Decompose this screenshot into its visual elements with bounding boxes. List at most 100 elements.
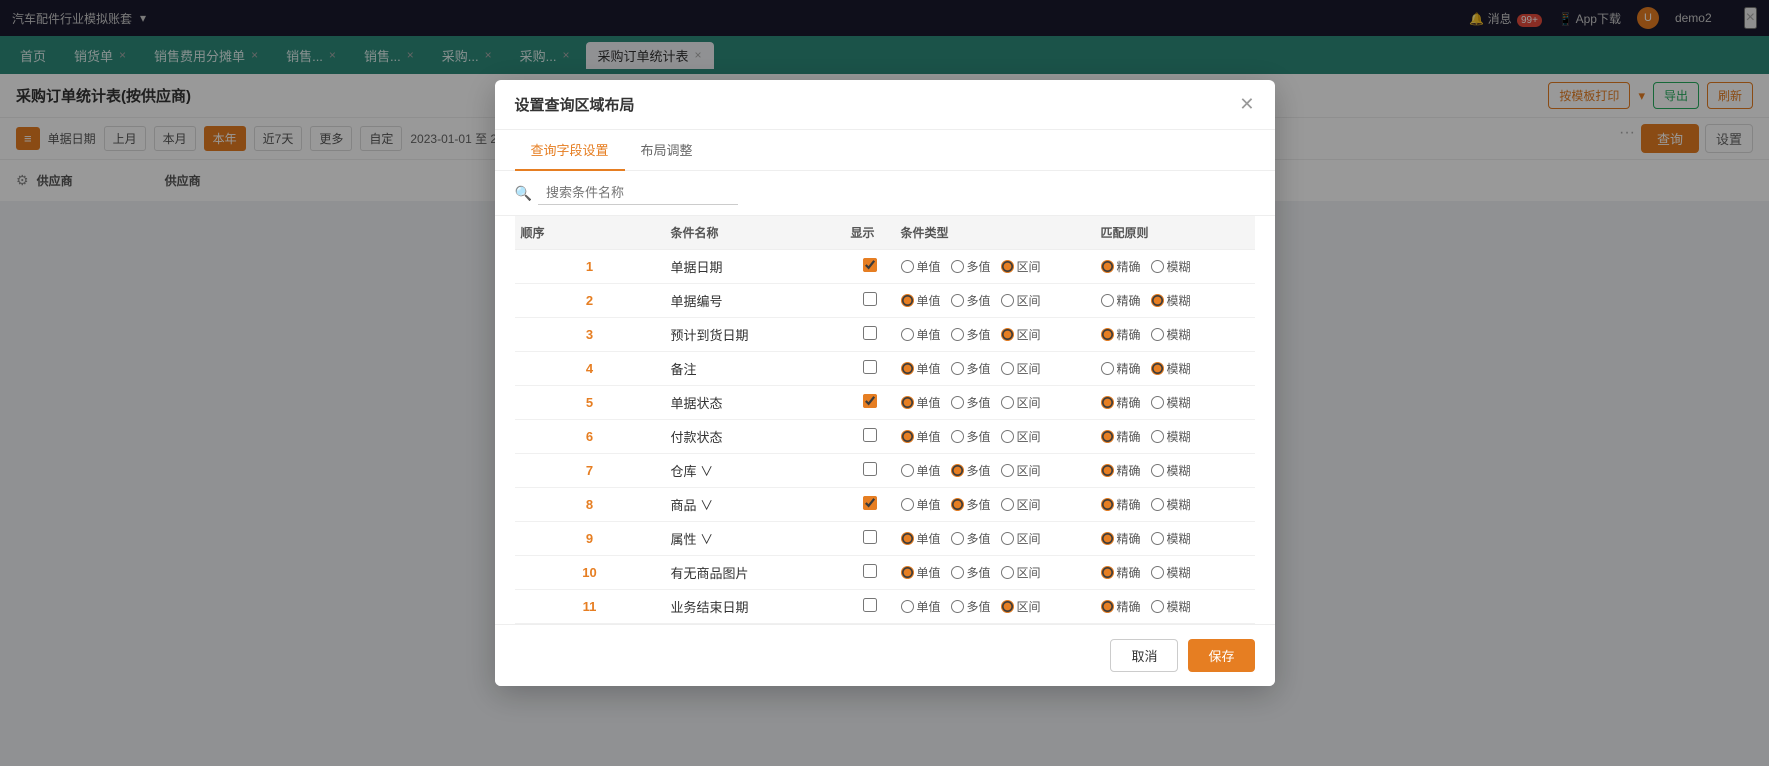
type-option-单值[interactable]: 单值 bbox=[901, 530, 941, 547]
type-option-区间[interactable]: 区间 bbox=[1001, 360, 1041, 377]
match-option-精确[interactable]: 精确 bbox=[1101, 530, 1141, 547]
match-radio-精确[interactable] bbox=[1101, 260, 1114, 273]
type-radio-区间[interactable] bbox=[1001, 294, 1014, 307]
show-checkbox[interactable] bbox=[863, 360, 877, 374]
type-option-单值[interactable]: 单值 bbox=[901, 428, 941, 445]
type-radio-多值[interactable] bbox=[951, 532, 964, 545]
match-option-模糊[interactable]: 模糊 bbox=[1151, 326, 1191, 343]
type-radio-多值[interactable] bbox=[951, 498, 964, 511]
row-show[interactable] bbox=[845, 522, 895, 556]
type-radio-区间[interactable] bbox=[1001, 600, 1014, 613]
type-radio-多值[interactable] bbox=[951, 260, 964, 273]
type-option-单值[interactable]: 单值 bbox=[901, 258, 941, 275]
type-option-区间[interactable]: 区间 bbox=[1001, 428, 1041, 445]
show-checkbox[interactable] bbox=[863, 258, 877, 272]
type-radio-单值[interactable] bbox=[901, 260, 914, 273]
show-checkbox[interactable] bbox=[863, 598, 877, 612]
match-radio-精确[interactable] bbox=[1101, 566, 1114, 579]
match-radio-模糊[interactable] bbox=[1151, 294, 1164, 307]
match-option-精确[interactable]: 精确 bbox=[1101, 462, 1141, 479]
match-option-模糊[interactable]: 模糊 bbox=[1151, 360, 1191, 377]
match-option-模糊[interactable]: 模糊 bbox=[1151, 394, 1191, 411]
type-option-单值[interactable]: 单值 bbox=[901, 326, 941, 343]
type-option-多值[interactable]: 多值 bbox=[951, 428, 991, 445]
type-option-区间[interactable]: 区间 bbox=[1001, 462, 1041, 479]
match-option-模糊[interactable]: 模糊 bbox=[1151, 496, 1191, 513]
show-checkbox[interactable] bbox=[863, 428, 877, 442]
type-radio-单值[interactable] bbox=[901, 498, 914, 511]
type-radio-单值[interactable] bbox=[901, 600, 914, 613]
type-radio-单值[interactable] bbox=[901, 464, 914, 477]
show-checkbox[interactable] bbox=[863, 496, 877, 510]
match-option-模糊[interactable]: 模糊 bbox=[1151, 598, 1191, 615]
type-radio-区间[interactable] bbox=[1001, 362, 1014, 375]
type-option-多值[interactable]: 多值 bbox=[951, 258, 991, 275]
match-option-精确[interactable]: 精确 bbox=[1101, 360, 1141, 377]
match-option-精确[interactable]: 精确 bbox=[1101, 428, 1141, 445]
type-radio-单值[interactable] bbox=[901, 362, 914, 375]
show-checkbox[interactable] bbox=[863, 530, 877, 544]
type-option-多值[interactable]: 多值 bbox=[951, 598, 991, 615]
type-option-单值[interactable]: 单值 bbox=[901, 292, 941, 309]
match-option-模糊[interactable]: 模糊 bbox=[1151, 428, 1191, 445]
type-option-区间[interactable]: 区间 bbox=[1001, 394, 1041, 411]
type-option-多值[interactable]: 多值 bbox=[951, 292, 991, 309]
type-radio-多值[interactable] bbox=[951, 328, 964, 341]
type-radio-多值[interactable] bbox=[951, 396, 964, 409]
type-radio-单值[interactable] bbox=[901, 294, 914, 307]
row-show[interactable] bbox=[845, 590, 895, 624]
show-checkbox[interactable] bbox=[863, 462, 877, 476]
row-show[interactable] bbox=[845, 250, 895, 284]
match-option-模糊[interactable]: 模糊 bbox=[1151, 564, 1191, 581]
type-option-多值[interactable]: 多值 bbox=[951, 462, 991, 479]
dialog-tab-query-fields[interactable]: 查询字段设置 bbox=[515, 130, 625, 171]
type-radio-多值[interactable] bbox=[951, 362, 964, 375]
type-option-区间[interactable]: 区间 bbox=[1001, 598, 1041, 615]
type-radio-多值[interactable] bbox=[951, 566, 964, 579]
dialog-tab-layout[interactable]: 布局调整 bbox=[625, 130, 709, 171]
match-option-精确[interactable]: 精确 bbox=[1101, 496, 1141, 513]
match-radio-模糊[interactable] bbox=[1151, 532, 1164, 545]
type-option-单值[interactable]: 单值 bbox=[901, 496, 941, 513]
match-option-模糊[interactable]: 模糊 bbox=[1151, 462, 1191, 479]
row-show[interactable] bbox=[845, 352, 895, 386]
type-option-区间[interactable]: 区间 bbox=[1001, 292, 1041, 309]
type-radio-多值[interactable] bbox=[951, 464, 964, 477]
type-radio-单值[interactable] bbox=[901, 430, 914, 443]
type-option-区间[interactable]: 区间 bbox=[1001, 530, 1041, 547]
match-radio-精确[interactable] bbox=[1101, 600, 1114, 613]
row-show[interactable] bbox=[845, 318, 895, 352]
match-radio-模糊[interactable] bbox=[1151, 396, 1164, 409]
match-radio-模糊[interactable] bbox=[1151, 464, 1164, 477]
type-radio-区间[interactable] bbox=[1001, 498, 1014, 511]
row-show[interactable] bbox=[845, 284, 895, 318]
type-option-区间[interactable]: 区间 bbox=[1001, 496, 1041, 513]
match-radio-精确[interactable] bbox=[1101, 294, 1114, 307]
type-option-单值[interactable]: 单值 bbox=[901, 360, 941, 377]
match-radio-精确[interactable] bbox=[1101, 464, 1114, 477]
match-option-模糊[interactable]: 模糊 bbox=[1151, 530, 1191, 547]
show-checkbox[interactable] bbox=[863, 564, 877, 578]
match-radio-模糊[interactable] bbox=[1151, 430, 1164, 443]
type-option-单值[interactable]: 单值 bbox=[901, 394, 941, 411]
type-radio-多值[interactable] bbox=[951, 430, 964, 443]
type-option-多值[interactable]: 多值 bbox=[951, 360, 991, 377]
type-radio-区间[interactable] bbox=[1001, 566, 1014, 579]
type-option-多值[interactable]: 多值 bbox=[951, 394, 991, 411]
type-radio-单值[interactable] bbox=[901, 396, 914, 409]
type-radio-单值[interactable] bbox=[901, 532, 914, 545]
type-radio-单值[interactable] bbox=[901, 328, 914, 341]
match-radio-精确[interactable] bbox=[1101, 430, 1114, 443]
type-option-多值[interactable]: 多值 bbox=[951, 496, 991, 513]
type-option-区间[interactable]: 区间 bbox=[1001, 326, 1041, 343]
type-option-区间[interactable]: 区间 bbox=[1001, 258, 1041, 275]
row-show[interactable] bbox=[845, 454, 895, 488]
type-option-区间[interactable]: 区间 bbox=[1001, 564, 1041, 581]
match-option-精确[interactable]: 精确 bbox=[1101, 598, 1141, 615]
dialog-close-button[interactable]: ✕ bbox=[1239, 94, 1254, 115]
type-radio-区间[interactable] bbox=[1001, 260, 1014, 273]
type-radio-区间[interactable] bbox=[1001, 328, 1014, 341]
type-option-单值[interactable]: 单值 bbox=[901, 462, 941, 479]
match-radio-模糊[interactable] bbox=[1151, 328, 1164, 341]
row-show[interactable] bbox=[845, 420, 895, 454]
